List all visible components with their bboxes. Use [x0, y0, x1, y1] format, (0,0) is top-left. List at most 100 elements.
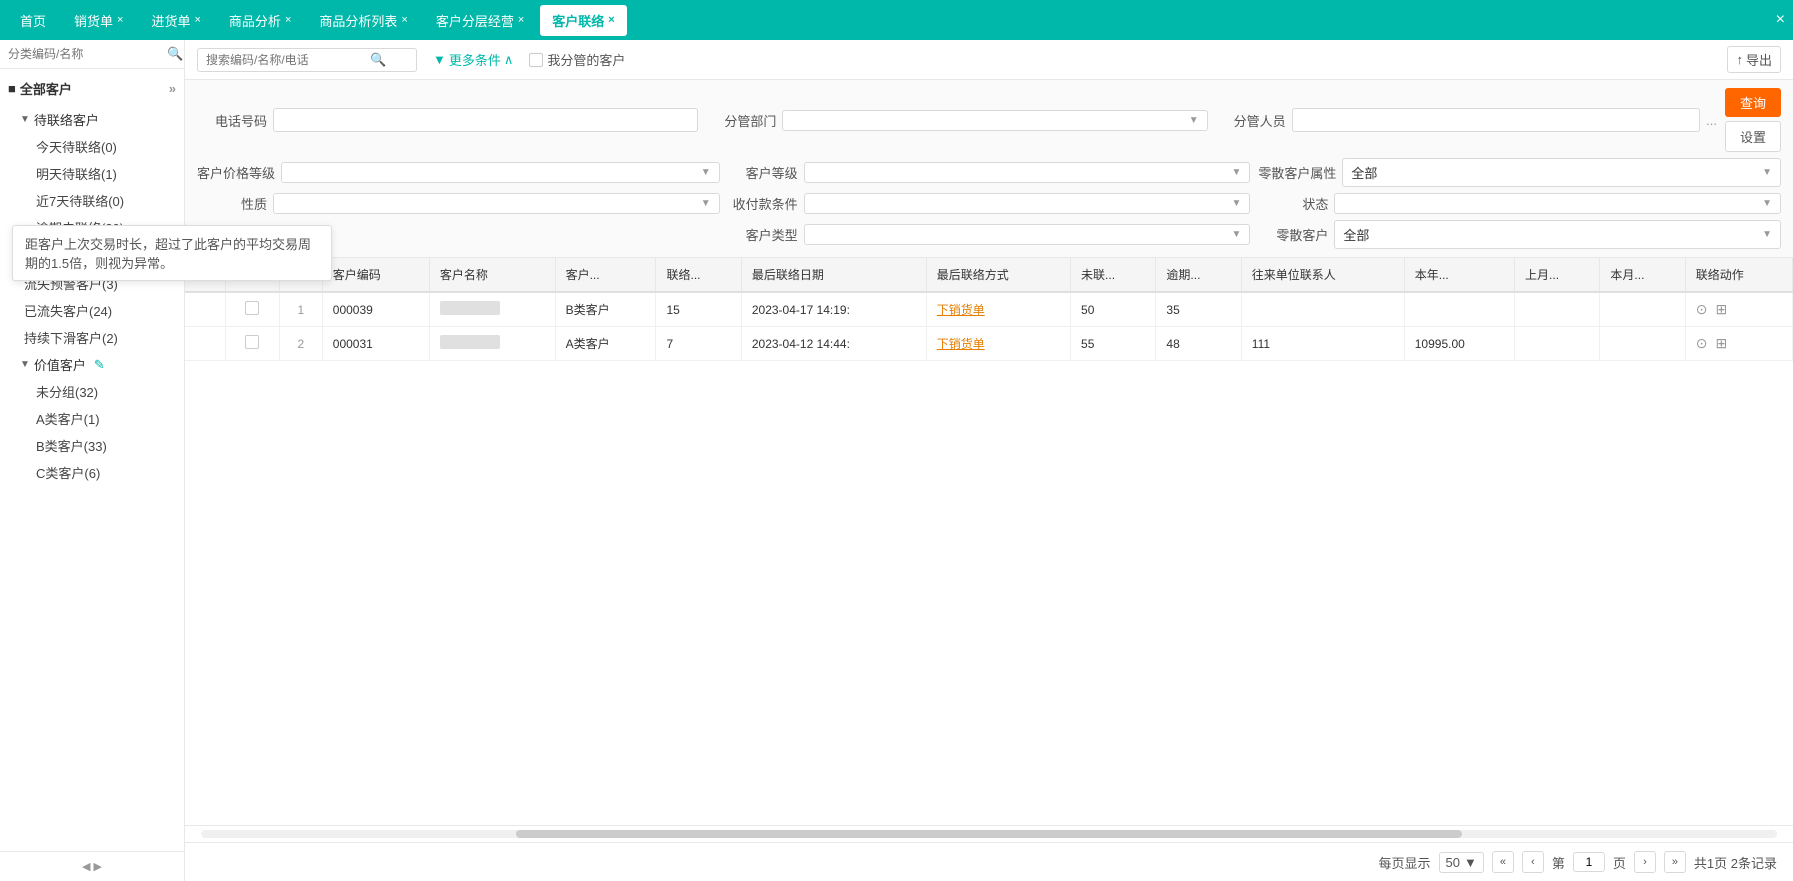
prev-page-btn[interactable]: ‹ [1522, 851, 1544, 873]
tooltip-box: 距客户上次交易时长，超过了此客户的平均交易周期的1.5倍，则视为异常。 [12, 225, 332, 281]
td-last-method-1[interactable]: 下销货单 [926, 292, 1070, 327]
nav-close-purchase[interactable]: × [194, 14, 200, 26]
table-header-row: ⚙ 客户编码 客户名称 客户... 联络... 最后联络日期 最后联络方式 未联… [185, 258, 1793, 292]
sidebar-item-class-c[interactable]: C类客户(6) [28, 459, 184, 486]
action-grid-icon-2[interactable]: ⊞ [1716, 335, 1728, 352]
row-1-checkbox[interactable] [245, 301, 259, 315]
query-button[interactable]: 查询 [1725, 88, 1781, 117]
filter-status-caret: ▼ [1762, 198, 1772, 209]
sidebar-value-items: 未分组(32) A类客户(1) B类客户(33) C类客户(6) [12, 378, 184, 486]
settings-button[interactable]: 设置 [1725, 121, 1781, 152]
sidebar-item-tomorrow[interactable]: 明天待联络(1) [28, 160, 184, 187]
horizontal-scrollbar[interactable] [185, 825, 1793, 842]
edit-value-icon[interactable]: ✎ [94, 357, 105, 373]
filter-retail-attr-val: 全部 [1351, 163, 1377, 182]
nav-item-customer-contact[interactable]: 客户联络 × [540, 5, 626, 36]
sidebar-item-declining[interactable]: 持续下滑客户(2) [16, 324, 184, 351]
scrollbar-thumb[interactable] [516, 830, 1462, 838]
filter-retail-attr-label: 零散客户属性 [1258, 163, 1336, 182]
td-action-1: ⊙ ⊞ [1685, 292, 1792, 327]
td-last-month-1 [1515, 292, 1600, 327]
row-2-checkbox[interactable] [245, 335, 259, 349]
filter-manager-dots[interactable]: ... [1706, 113, 1717, 128]
sidebar-all-customers[interactable]: ■ 全部客户 » [0, 73, 184, 104]
nav-item-analysis-list[interactable]: 商品分析列表 × [307, 5, 419, 36]
nav-close-customer-mgmt[interactable]: × [518, 14, 524, 26]
sidebar-pending-label: 待联络客户 [34, 110, 99, 129]
scrollbar-track [201, 830, 1777, 838]
td-last-method-2[interactable]: 下销货单 [926, 327, 1070, 361]
sidebar-search-bar: 🔍 [0, 40, 184, 69]
td-contact-1: 15 [656, 292, 741, 327]
action-link-icon-1[interactable]: ⊙ [1696, 301, 1708, 318]
td-cb-1 [225, 292, 279, 327]
nav-item-analysis[interactable]: 商品分析 × [217, 5, 303, 36]
nav-item-sales[interactable]: 销货单 × [62, 5, 135, 36]
filter-field-status: 状态 ▼ [1258, 193, 1781, 214]
filter-retail-attr-select[interactable]: 全部 ▼ [1342, 158, 1781, 187]
triangle-icon: ▼ [20, 114, 30, 125]
td-this-month-2 [1600, 327, 1685, 361]
sidebar-search-input[interactable] [8, 47, 163, 61]
per-page-label: 每页显示 [1379, 853, 1431, 872]
export-icon: ↑ [1736, 52, 1743, 67]
advanced-filter: 电话号码 分管部门 ▼ 分管人员 ... 查询 设置 [185, 80, 1793, 258]
next-page-btn[interactable]: › [1634, 851, 1656, 873]
my-customers-label: 我分管的客户 [547, 50, 625, 69]
sidebar-value-group-header[interactable]: ▼ 价值客户 ✎ [12, 351, 184, 378]
sidebar-item-lost[interactable]: 已流失客户(24) [16, 297, 184, 324]
nav-label-analysis: 商品分析 [229, 11, 281, 30]
my-customers-checkbox[interactable] [529, 53, 543, 67]
filter-payment-select[interactable]: ▼ [804, 193, 1251, 214]
sidebar-item-class-a[interactable]: A类客户(1) [28, 405, 184, 432]
nav-close-customer-contact[interactable]: × [608, 14, 614, 26]
nav-close-analysis-list[interactable]: × [401, 14, 407, 26]
nav-close-analysis[interactable]: × [285, 14, 291, 26]
sidebar-search-icon[interactable]: 🔍 [167, 46, 183, 62]
page-number-input[interactable] [1573, 852, 1605, 872]
filter-grade-select[interactable]: ▼ [804, 162, 1251, 183]
sidebar-item-ungroup[interactable]: 未分组(32) [28, 378, 184, 405]
nav-close-sales[interactable]: × [117, 14, 123, 26]
filter-manager-input[interactable] [1292, 108, 1700, 132]
first-page-btn[interactable]: « [1492, 851, 1514, 873]
td-type-1: B类客户 [555, 292, 656, 327]
last-page-btn[interactable]: » [1664, 851, 1686, 873]
nav-item-home[interactable]: 首页 [8, 5, 58, 36]
sidebar-pending-header[interactable]: ▼ 待联络客户 [12, 106, 184, 133]
filter-nature-select[interactable]: ▼ [273, 193, 720, 214]
filter-cust-type-select[interactable]: ▼ [804, 224, 1251, 245]
filter-more-btn[interactable]: ▼ 更多条件 ∧ [425, 47, 521, 72]
my-customers-filter[interactable]: 我分管的客户 [529, 50, 625, 69]
filter-price-level-select[interactable]: ▼ [281, 162, 720, 183]
sidebar-item-7days[interactable]: 近7天待联络(0) [28, 187, 184, 214]
sidebar-item-class-b[interactable]: B类客户(33) [28, 432, 184, 459]
nav-label-sales: 销货单 [74, 11, 113, 30]
td-name-2 [429, 327, 555, 361]
sidebar-all-customers-label: 全部客户 [20, 79, 72, 98]
window-close-button[interactable]: × [1776, 11, 1785, 29]
filter-search-icon[interactable]: 🔍 [370, 52, 386, 68]
nav-item-customer-mgmt[interactable]: 客户分层经营 × [424, 5, 536, 36]
filter-phone-input[interactable] [273, 108, 698, 132]
td-this-month-1 [1600, 292, 1685, 327]
sidebar: 🔍 ■ 全部客户 » ▼ 待联络客户 今天待联络(0) 明天待联络(1) 近7天… [0, 40, 185, 881]
export-button[interactable]: ↑ 导出 [1727, 46, 1781, 73]
action-grid-icon-1[interactable]: ⊞ [1716, 301, 1728, 318]
action-link-icon-2[interactable]: ⊙ [1696, 335, 1708, 352]
filter-retail-cust-select[interactable]: 全部 ▼ [1334, 220, 1781, 249]
filter-caret: ∧ [504, 52, 514, 68]
per-page-select[interactable]: 50 ▼ [1439, 852, 1484, 873]
sidebar-item-today[interactable]: 今天待联络(0) [28, 133, 184, 160]
filter-search-input[interactable] [206, 53, 366, 67]
total-label: 共1页 2条记录 [1694, 853, 1777, 872]
filter-dept-select[interactable]: ▼ [782, 110, 1207, 131]
td-unread-2: 55 [1071, 327, 1156, 361]
nav-item-purchase[interactable]: 进货单 × [139, 5, 212, 36]
nav-label-purchase: 进货单 [151, 11, 190, 30]
action-icons-2: ⊙ ⊞ [1696, 335, 1782, 352]
filter-cust-type-label: 客户类型 [728, 225, 798, 244]
filter-status-select[interactable]: ▼ [1334, 193, 1781, 214]
td-code-2: 000031 [322, 327, 429, 361]
filter-retail-attr-caret: ▼ [1762, 167, 1772, 178]
